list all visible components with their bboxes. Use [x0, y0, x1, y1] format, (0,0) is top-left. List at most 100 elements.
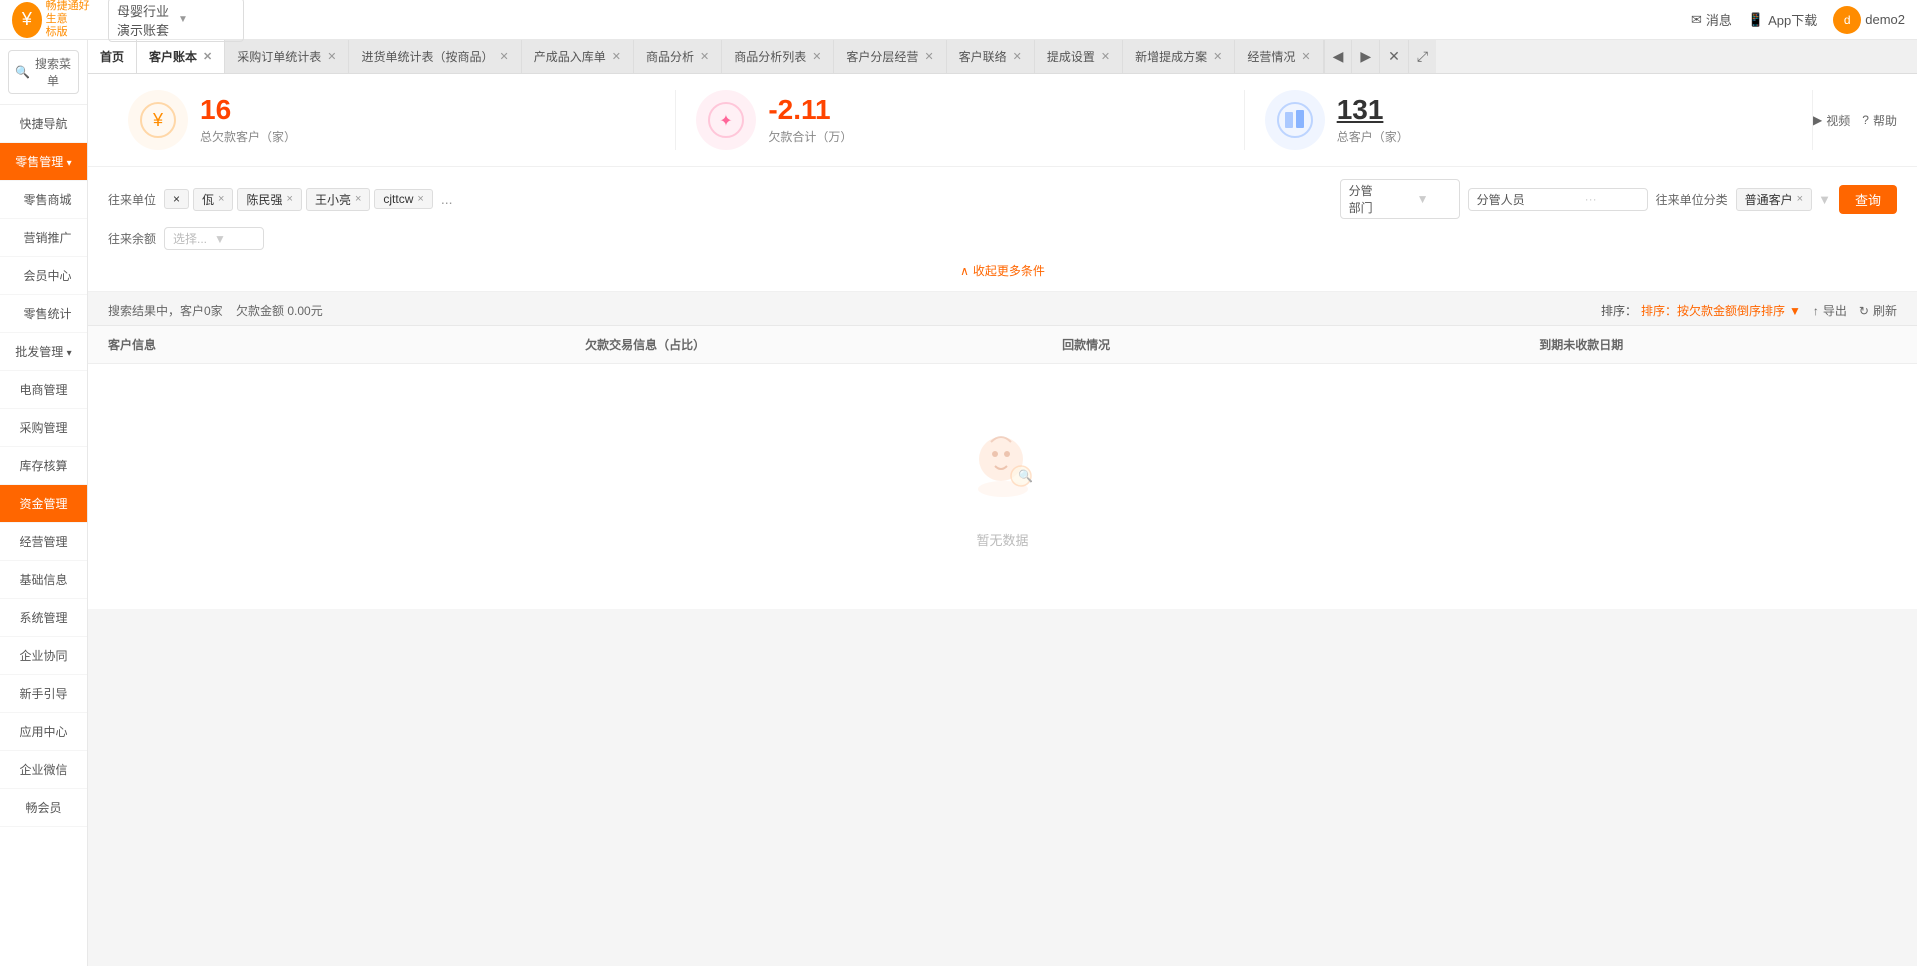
stat-total-customers: 131 总客户（家）	[1245, 90, 1813, 150]
message-icon: ✉	[1691, 12, 1702, 28]
tab-operation[interactable]: 经营情况 ✕	[1235, 40, 1323, 74]
top-bar: ¥ 畅捷通好生意 标版 母婴行业演示账套 ▼ ✉ 消息 📱 App下载 d de…	[0, 0, 1917, 40]
tab-close-icon[interactable]: ✕	[203, 50, 212, 63]
sidebar: 🔍 搜索菜单 快捷导航 零售管理 ▾ 零售商城 营销推广 会员中心 零售统计 批…	[0, 40, 88, 966]
stat-icon-overdue: ¥	[128, 90, 188, 150]
tab-close-icon[interactable]: ✕	[1013, 50, 1022, 63]
tabs-close-all[interactable]: ✕	[1379, 40, 1408, 74]
tab-home[interactable]: 首页	[88, 40, 137, 74]
remove-tag-wang[interactable]: ×	[355, 193, 361, 205]
sidebar-item-retail-stats[interactable]: 零售统计	[0, 295, 87, 333]
filter-balance-dropdown[interactable]: 选择... ▼	[164, 227, 264, 250]
stat-value-debt: -2.11	[768, 96, 1223, 124]
messages-btn[interactable]: ✉ 消息	[1691, 10, 1732, 29]
search-icon: 🔍	[15, 65, 30, 79]
sidebar-item-marketing[interactable]: 营销推广	[0, 219, 87, 257]
sidebar-item-nav[interactable]: 快捷导航	[0, 105, 87, 143]
tabs-bar: 首页 客户账本 ✕ 采购订单统计表 ✕ 进货单统计表（按商品） ✕ 产成品入库单…	[88, 40, 1917, 74]
stat-value-overdue: 16	[200, 96, 655, 124]
sidebar-item-new-guide[interactable]: 新手引导	[0, 675, 87, 713]
tab-close-icon[interactable]: ✕	[700, 50, 709, 63]
content-area: 首页 客户账本 ✕ 采购订单统计表 ✕ 进货单统计表（按商品） ✕ 产成品入库单…	[88, 40, 1917, 966]
remove-tag-normal[interactable]: ×	[1797, 193, 1803, 205]
tab-close-icon[interactable]: ✕	[1101, 50, 1110, 63]
user-profile[interactable]: d demo2	[1833, 6, 1905, 34]
filter-dept-dropdown[interactable]: 分管部门 ▼	[1340, 179, 1460, 219]
table-area: 客户信息 欠款交易信息（占比） 回款情况 到期未收款日期	[88, 326, 1917, 609]
sidebar-item-retail-shop[interactable]: 零售商城	[0, 181, 87, 219]
tab-customer-contact[interactable]: 客户联络 ✕	[947, 40, 1035, 74]
result-bar: 搜索结果中，客户0家 欠款金额 0.00元 排序： 排序：按欠款金额倒序排序 ▼…	[88, 296, 1917, 326]
result-info: 搜索结果中，客户0家 欠款金额 0.00元	[108, 302, 323, 319]
tab-close-icon[interactable]: ✕	[812, 50, 821, 63]
tab-goods-analysis[interactable]: 商品分析 ✕	[634, 40, 722, 74]
app-download-btn[interactable]: 📱 App下载	[1748, 10, 1817, 29]
app-download-icon: 📱	[1748, 12, 1764, 28]
help-btn[interactable]: ? 帮助	[1862, 112, 1897, 129]
chevron-up-icon: ∧	[960, 264, 969, 278]
filter-row-1: 往来单位 × 佤 × 陈民强 ×	[108, 179, 1897, 219]
sidebar-item-enterprise-wechat[interactable]: 企业微信	[0, 751, 87, 789]
tabs-scroll-left[interactable]: ◀	[1324, 40, 1352, 74]
sidebar-item-membership[interactable]: 会员中心	[0, 257, 87, 295]
remove-tag-wa[interactable]: ×	[218, 193, 224, 205]
tab-close-icon[interactable]: ✕	[327, 50, 336, 63]
filter-tag-wa: 佤 ×	[193, 188, 233, 211]
video-icon: ▶	[1813, 113, 1822, 127]
stat-icon-debt: ✦	[696, 90, 756, 150]
query-button[interactable]: 查询	[1839, 185, 1897, 214]
filter-row-2: 往来余额 选择... ▼	[108, 227, 1897, 250]
export-btn[interactable]: ↑ 导出	[1813, 302, 1847, 319]
tab-product-in[interactable]: 产成品入库单 ✕	[522, 40, 634, 74]
tab-goods-analysis-list[interactable]: 商品分析列表 ✕	[722, 40, 834, 74]
sidebar-item-system-mgmt[interactable]: 系统管理	[0, 599, 87, 637]
tab-purchase-order-stats[interactable]: 采购订单统计表 ✕	[225, 40, 349, 74]
collapse-btn[interactable]: ∧ 收起更多条件	[944, 258, 1061, 283]
sort-dropdown[interactable]: 排序： 排序：按欠款金额倒序排序 ▼	[1601, 302, 1801, 319]
filter-more-tags[interactable]: ...	[437, 191, 457, 207]
tab-raise-settings[interactable]: 提成设置 ✕	[1035, 40, 1123, 74]
empty-state: 🔍 暂无数据	[88, 364, 1917, 609]
empty-icon: 🔍	[963, 424, 1043, 518]
sidebar-item-app-center[interactable]: 应用中心	[0, 713, 87, 751]
sidebar-item-finance-mgmt[interactable]: 资金管理	[0, 485, 87, 523]
refresh-btn[interactable]: ↻ 刷新	[1859, 302, 1897, 319]
tab-close-icon[interactable]: ✕	[612, 50, 621, 63]
sidebar-item-chang-member[interactable]: 畅会员	[0, 789, 87, 827]
collapse-row: ∧ 收起更多条件	[108, 258, 1897, 283]
tabs-scroll-right[interactable]: ▶	[1351, 40, 1379, 74]
stat-icon-customers	[1265, 90, 1325, 150]
help-icon: ?	[1862, 113, 1869, 127]
filter-unit-type-tags: 普通客户 × ▼	[1736, 188, 1831, 211]
sidebar-item-enterprise-collab[interactable]: 企业协同	[0, 637, 87, 675]
sidebar-item-inventory[interactable]: 库存核算	[0, 447, 87, 485]
tab-close-icon[interactable]: ✕	[924, 50, 933, 63]
sidebar-item-basic-info[interactable]: 基础信息	[0, 561, 87, 599]
stat-text-customers: 131 总客户（家）	[1337, 96, 1792, 145]
tab-new-raise-plan[interactable]: 新增提成方案 ✕	[1123, 40, 1235, 74]
tab-close-icon[interactable]: ✕	[1301, 50, 1310, 63]
remove-tag-cj[interactable]: ×	[417, 193, 423, 205]
filter-person-dropdown[interactable]: 分管人员 ···	[1468, 188, 1648, 211]
stat-label-customers: 总客户（家）	[1337, 128, 1792, 145]
tab-close-icon[interactable]: ✕	[1213, 50, 1222, 63]
avatar: d	[1833, 6, 1861, 34]
sidebar-item-retail-mgmt[interactable]: 零售管理 ▾	[0, 143, 87, 181]
tab-customer-account[interactable]: 客户账本 ✕	[137, 40, 225, 74]
sidebar-item-batch-mgmt[interactable]: 批发管理 ▾	[0, 333, 87, 371]
suite-selector[interactable]: 母婴行业演示账套 ▼	[108, 0, 244, 42]
sidebar-item-ecom-mgmt[interactable]: 电商管理	[0, 371, 87, 409]
tab-stock-in-stats[interactable]: 进货单统计表（按商品） ✕	[349, 40, 521, 74]
tab-customer-segment[interactable]: 客户分层经营 ✕	[834, 40, 946, 74]
sidebar-item-purchase-mgmt[interactable]: 采购管理	[0, 409, 87, 447]
stat-value-customers: 131	[1337, 96, 1792, 124]
tabs-expand[interactable]: ⤢	[1408, 40, 1436, 74]
tab-close-icon[interactable]: ✕	[500, 50, 509, 63]
video-help-btn[interactable]: ▶ 视频	[1813, 112, 1850, 129]
col-repay: 回款情况	[1062, 336, 1539, 353]
result-actions: 排序： 排序：按欠款金额倒序排序 ▼ ↑ 导出 ↻ 刷新	[1601, 302, 1897, 319]
sidebar-item-operation-mgmt[interactable]: 经营管理	[0, 523, 87, 561]
remove-tag-chen[interactable]: ×	[287, 193, 293, 205]
search-menu-button[interactable]: 🔍 搜索菜单	[8, 50, 79, 94]
refresh-icon: ↻	[1859, 304, 1869, 318]
